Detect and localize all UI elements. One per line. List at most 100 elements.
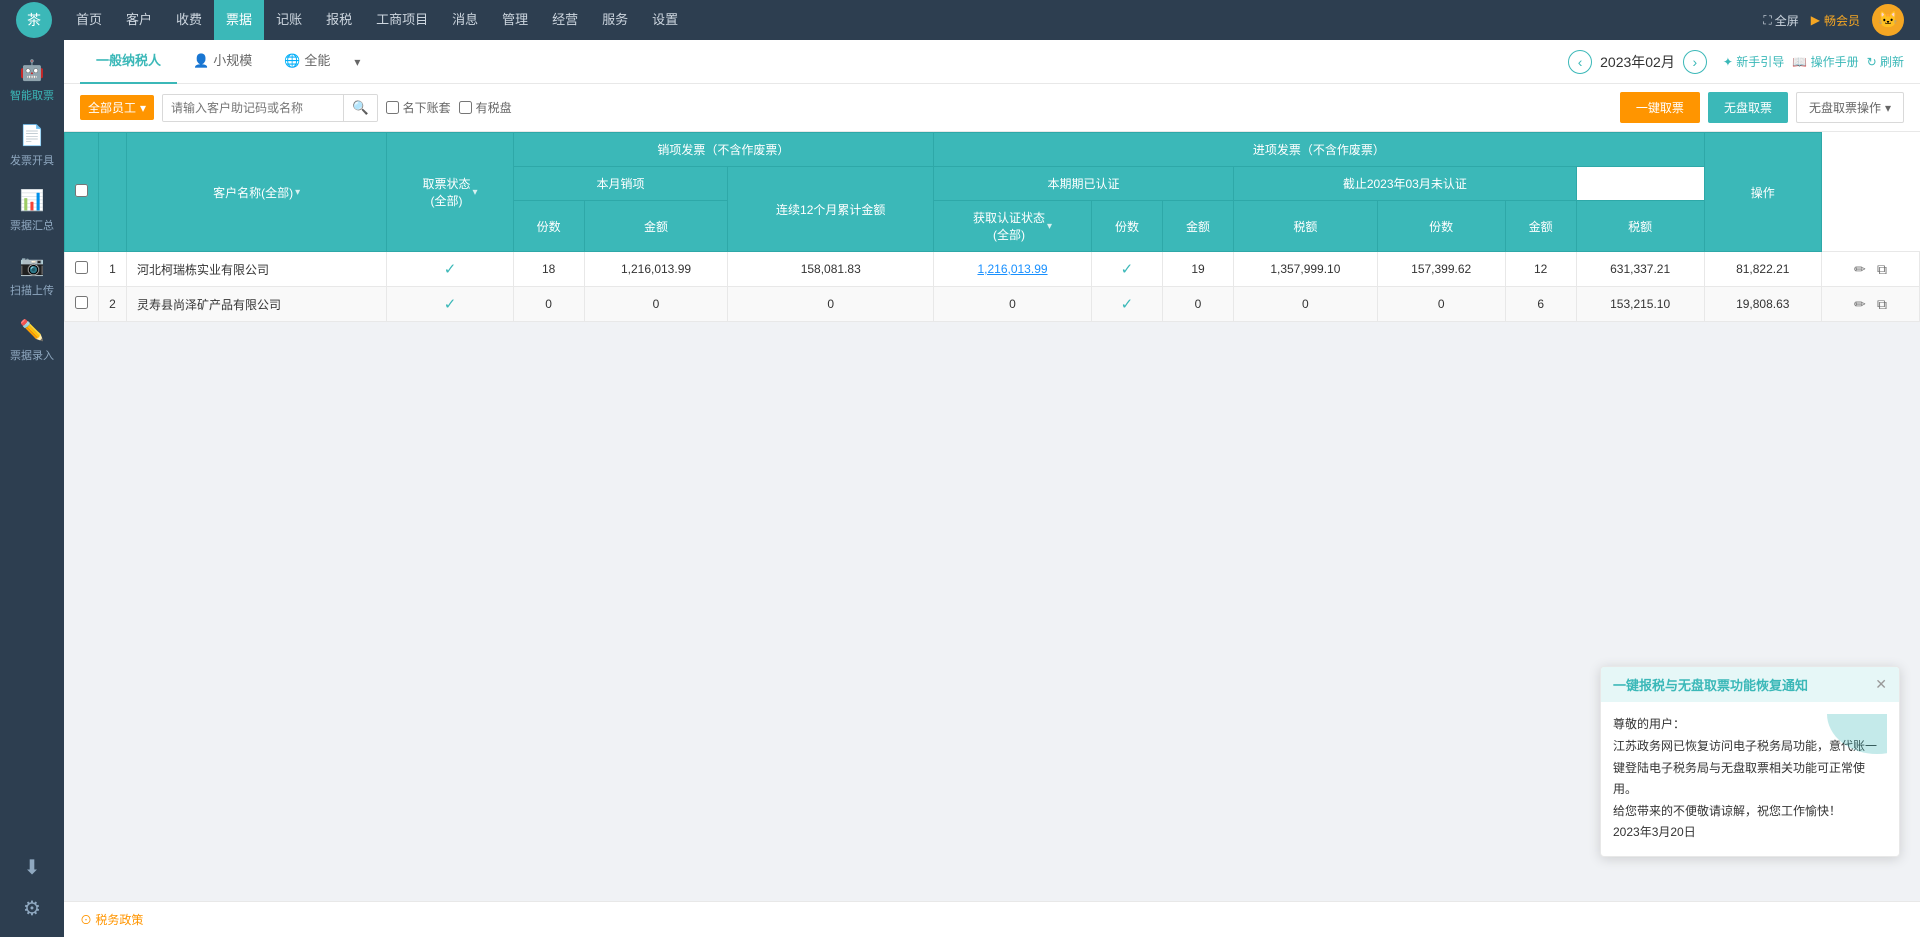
- scan-icon: 📷: [20, 253, 45, 278]
- sidebar-item-entry[interactable]: ✏️ 票据录入: [0, 308, 64, 373]
- th-index: [99, 133, 127, 252]
- main-table: 客户名称(全部) ▾ 取票状态(全部) ▾ 销项发票（不含作废票） 进项发票（不…: [64, 132, 1920, 322]
- notification-header: 一键报税与无盘取票功能恢复通知 ✕: [1601, 667, 1899, 702]
- nav-menu: 首页客户收费票据记账报税工商项目消息管理经营服务设置: [64, 0, 690, 40]
- taxpan-checkbox[interactable]: [459, 101, 472, 114]
- row-uncert-count: 6: [1505, 287, 1576, 322]
- row-index: 2: [99, 287, 127, 322]
- nav-item-管理[interactable]: 管理: [490, 0, 540, 40]
- status-filter-icon[interactable]: ▾: [473, 187, 478, 198]
- notification-close-btn[interactable]: ✕: [1875, 676, 1887, 693]
- customer-filter-icon[interactable]: ▾: [295, 187, 300, 198]
- fullscreen-btn[interactable]: ⛶ 全屏: [1763, 12, 1798, 29]
- user-icon: 👤: [193, 40, 209, 83]
- guide-btn[interactable]: ✦ 新手引导: [1723, 53, 1784, 70]
- tab-xiaogui[interactable]: 👤 小规模: [177, 40, 268, 84]
- nav-item-客户[interactable]: 客户: [114, 0, 164, 40]
- edit-action-icon[interactable]: ✏: [1854, 296, 1866, 312]
- row-uncert-tax: 19,808.63: [1704, 287, 1821, 322]
- row-sales-count: 0: [513, 287, 584, 322]
- nav-item-工商项目[interactable]: 工商项目: [364, 0, 440, 40]
- row-checkbox-cell: [65, 287, 99, 322]
- sidebar-bottom-icon2[interactable]: ⚙: [23, 896, 41, 921]
- wupan-more-btn[interactable]: 无盘取票操作 ▾: [1796, 92, 1904, 123]
- tab-yiban[interactable]: 一般纳税人: [80, 40, 177, 84]
- row-checkbox-cell: [65, 252, 99, 287]
- nav-item-首页[interactable]: 首页: [64, 0, 114, 40]
- taxpan-checkbox-label[interactable]: 有税盘: [459, 99, 512, 116]
- sidebar-item-fapiao[interactable]: 📄 发票开具: [0, 113, 64, 178]
- row-actions: ✏ ⧉: [1821, 287, 1919, 322]
- row-checkbox[interactable]: [75, 296, 88, 309]
- copy-action-icon[interactable]: ⧉: [1877, 296, 1887, 312]
- sidebar-item-huizong[interactable]: 📊 票据汇总: [0, 178, 64, 243]
- row-uncert-count: 12: [1505, 252, 1576, 287]
- toolbar-right-btns: 一键取票 无盘取票 无盘取票操作 ▾: [1620, 92, 1904, 123]
- wupan-quipiao-btn[interactable]: 无盘取票: [1708, 92, 1788, 123]
- tax-policy-link[interactable]: ⊙ 税务政策: [80, 911, 143, 928]
- play-icon: ▶: [1811, 13, 1820, 27]
- bottom-bar: ⊙ 税务政策: [64, 901, 1920, 937]
- sidebar-item-scan[interactable]: 📷 扫描上传: [0, 243, 64, 308]
- employee-select-btn[interactable]: 全部员工 ▾: [80, 95, 154, 120]
- table-header-group-row: 客户名称(全部) ▾ 取票状态(全部) ▾ 销项发票（不含作废票） 进项发票（不…: [65, 133, 1920, 167]
- th-cert-amount: 金额: [1162, 201, 1233, 252]
- global-icon: 🌐: [284, 40, 300, 83]
- nav-item-消息[interactable]: 消息: [440, 0, 490, 40]
- date-next-btn[interactable]: ›: [1683, 50, 1707, 74]
- sidebar-bottom-icon1[interactable]: ⬇: [24, 855, 41, 880]
- row-checkbox[interactable]: [75, 261, 88, 274]
- row-cert-status: ✓: [1091, 287, 1162, 322]
- th-uncert-deadline: 截止2023年03月未认证: [1234, 167, 1577, 201]
- nav-item-记账[interactable]: 记账: [264, 0, 314, 40]
- dropdown-arrow-icon: ▾: [140, 101, 146, 115]
- edit-icon: ✏️: [20, 318, 45, 343]
- tab-more-dropdown[interactable]: ▾: [346, 40, 368, 84]
- guide-icon: ✦: [1723, 55, 1733, 69]
- nav-item-票据[interactable]: 票据: [214, 0, 264, 40]
- copy-action-icon[interactable]: ⧉: [1877, 261, 1887, 277]
- sidebar-item-zhijiqu[interactable]: 🤖 智能取票: [0, 48, 64, 113]
- tab-quanneng[interactable]: 🌐 全能: [268, 40, 346, 84]
- th-action: 操作: [1704, 133, 1821, 252]
- th-status: 取票状态(全部) ▾: [387, 133, 513, 252]
- table-row: 1 河北柯瑞栋实业有限公司 ✓ 18 1,216,013.99 158,081.…: [65, 252, 1920, 287]
- robot-icon: 🤖: [20, 58, 45, 83]
- notification-title: 一键报税与无盘取票功能恢复通知: [1613, 675, 1808, 694]
- mingxia-checkbox[interactable]: [386, 101, 399, 114]
- th-customer-name: 客户名称(全部) ▾: [127, 133, 387, 252]
- status-check-icon: ✓: [444, 261, 457, 278]
- manual-btn[interactable]: 📖 操作手册: [1792, 53, 1858, 70]
- nav-item-收费[interactable]: 收费: [164, 0, 214, 40]
- search-button[interactable]: 🔍: [343, 94, 377, 122]
- refresh-btn[interactable]: ↻ 刷新: [1867, 53, 1904, 70]
- nav-item-设置[interactable]: 设置: [640, 0, 690, 40]
- vip-btn[interactable]: ▶ 畅会员: [1811, 12, 1860, 29]
- cert-status-icon: ✓: [1121, 296, 1134, 313]
- row-cert-amount: 0: [1234, 287, 1378, 322]
- yijian-quipiao-btn[interactable]: 一键取票: [1620, 92, 1700, 123]
- invoice-icon: 📄: [20, 123, 45, 148]
- sub-tabs-bar: 一般纳税人 👤 小规模 🌐 全能 ▾ ‹ 2023年02月 › ✦ 新手引导: [64, 40, 1920, 84]
- svg-text:茶: 茶: [27, 13, 41, 29]
- th-uncert-amount: 金额: [1505, 201, 1576, 252]
- cumulative-link[interactable]: 1,216,013.99: [977, 262, 1047, 276]
- search-input[interactable]: [163, 94, 343, 122]
- row-customer-name: 灵寿县尚泽矿产品有限公司: [127, 287, 387, 322]
- row-uncert-amount: 153,215.10: [1576, 287, 1704, 322]
- sub-tabs-right-actions: ✦ 新手引导 📖 操作手册 ↻ 刷新: [1723, 53, 1904, 70]
- user-avatar[interactable]: 🐱: [1872, 4, 1904, 36]
- mingxia-checkbox-label[interactable]: 名下账套: [386, 99, 451, 116]
- nav-item-服务[interactable]: 服务: [590, 0, 640, 40]
- cert-status-icon: ✓: [1121, 261, 1134, 278]
- notification-scroll[interactable]: 尊敬的用户：江苏政务网已恢复访问电子税务局功能，意代账一键登陆电子税务局与无盘取…: [1601, 702, 1899, 856]
- row-status: ✓: [387, 287, 513, 322]
- row-cumulative: 0: [934, 287, 1092, 322]
- nav-item-经营[interactable]: 经营: [540, 0, 590, 40]
- select-all-checkbox[interactable]: [75, 184, 88, 197]
- date-prev-btn[interactable]: ‹: [1568, 50, 1592, 74]
- th-month-sales: 本月销项: [513, 167, 728, 201]
- edit-action-icon[interactable]: ✏: [1854, 261, 1866, 277]
- nav-item-报税[interactable]: 报税: [314, 0, 364, 40]
- cert-status-filter-icon[interactable]: ▾: [1047, 221, 1052, 232]
